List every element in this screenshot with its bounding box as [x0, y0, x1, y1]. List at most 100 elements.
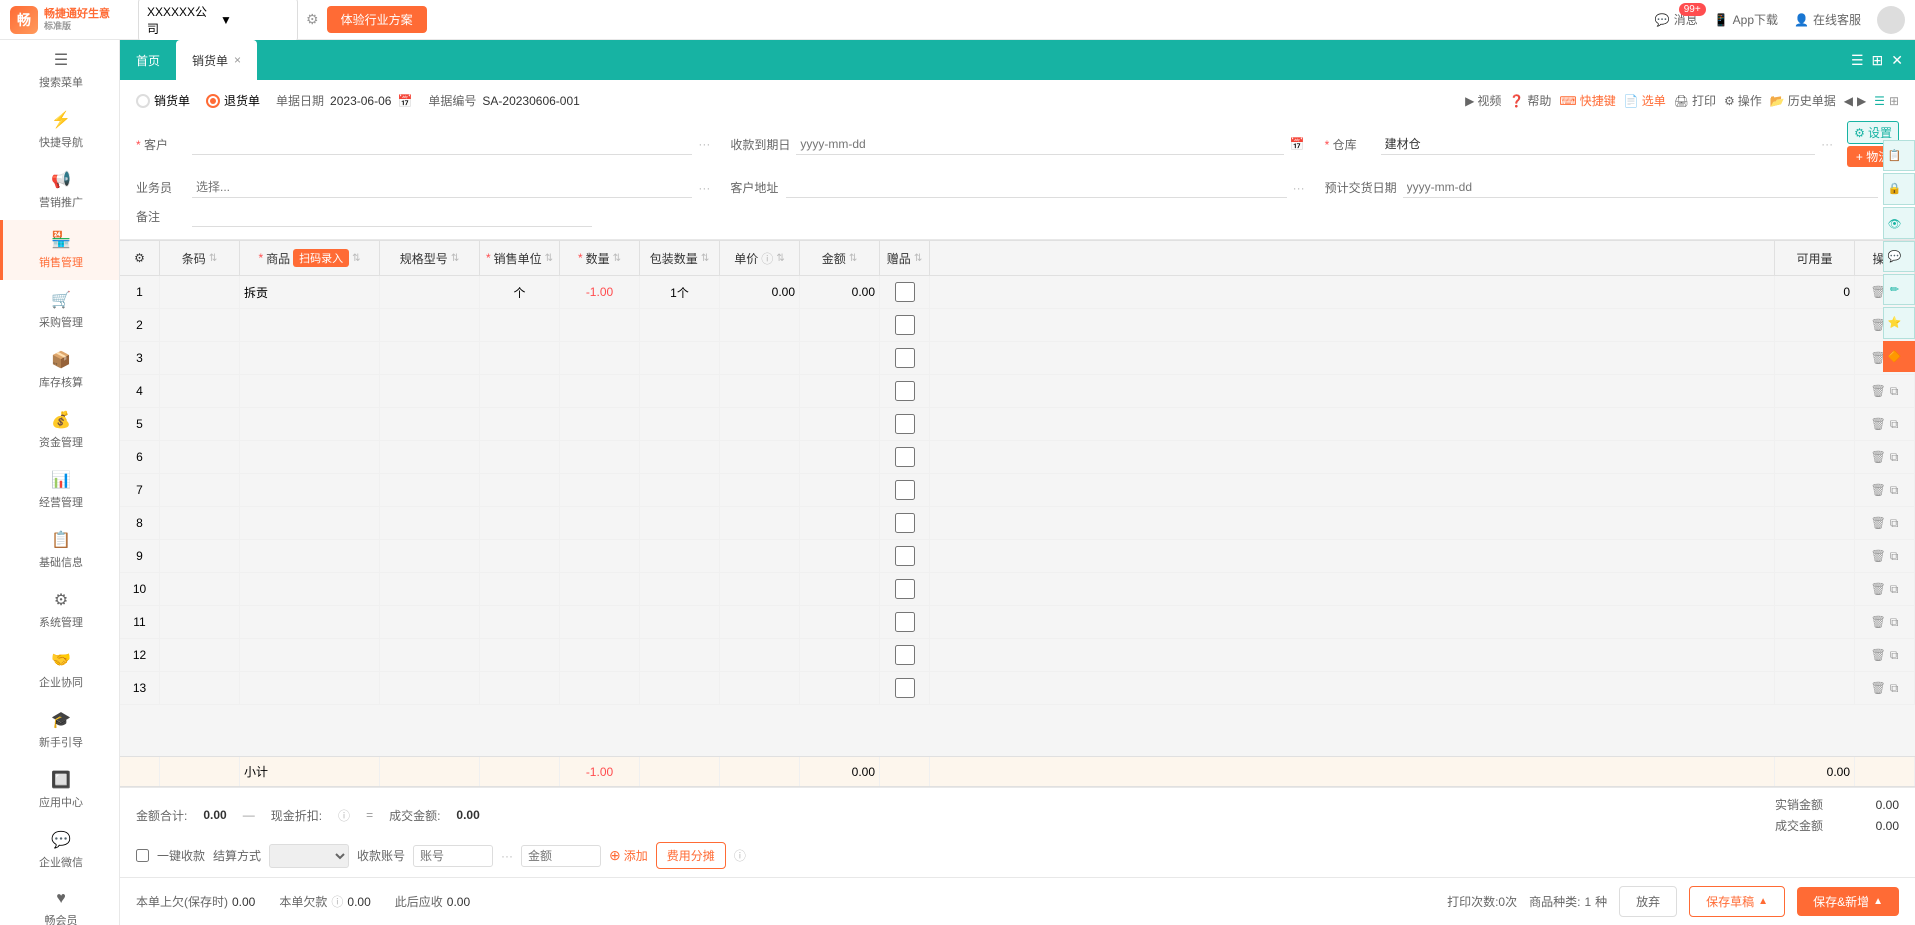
td-unit-1[interactable]: 个: [480, 276, 560, 308]
sidebar-item-finance[interactable]: 💰 资金管理: [0, 400, 119, 460]
td-amount-2[interactable]: [800, 309, 880, 341]
abandon-button[interactable]: 放弃: [1619, 886, 1677, 917]
td-spec-2[interactable]: [380, 309, 480, 341]
delete-icon-8[interactable]: 🗑: [1871, 516, 1886, 530]
app-download-button[interactable]: 📱 App下载: [1714, 11, 1778, 28]
tab-sales-order[interactable]: 销货单 ×: [176, 40, 257, 80]
td-amount-1[interactable]: 0.00: [800, 276, 880, 308]
radio-return-order[interactable]: 退货单: [206, 92, 260, 109]
online-service-button[interactable]: 👤 在线客服: [1794, 11, 1861, 28]
sidebar-item-guide[interactable]: 🎓 新手引导: [0, 700, 119, 760]
td-price-1[interactable]: 0.00: [720, 276, 800, 308]
due-date-input[interactable]: [796, 134, 1283, 155]
delete-icon-7[interactable]: 🗑: [1871, 483, 1886, 497]
discount-info-icon[interactable]: ⓘ: [338, 807, 350, 824]
customer-input[interactable]: [192, 134, 692, 155]
tab-close-icon[interactable]: ×: [234, 53, 241, 67]
scan-button[interactable]: 扫码录入: [293, 249, 349, 267]
sidebar-item-member[interactable]: ♥ 畅会员: [0, 880, 119, 925]
account-input[interactable]: [413, 845, 493, 867]
operate-btn[interactable]: ⚙ 操作: [1724, 92, 1762, 109]
warehouse-dots-icon[interactable]: ···: [1821, 137, 1833, 151]
gift-checkbox-4[interactable]: [895, 381, 915, 401]
fee-split-info-icon[interactable]: ⓘ: [734, 847, 746, 864]
gift-checkbox-3[interactable]: [895, 348, 915, 368]
print-btn[interactable]: 🖨 打印: [1674, 92, 1716, 109]
help-btn[interactable]: ❓ 帮助: [1509, 92, 1551, 109]
account-dots-icon[interactable]: ···: [501, 849, 513, 863]
copy-icon-9[interactable]: ⧉: [1890, 549, 1899, 564]
td-desc-1[interactable]: [930, 276, 1775, 308]
delete-icon-10[interactable]: 🗑: [1871, 582, 1886, 596]
settlement-select[interactable]: [269, 844, 349, 868]
gift-checkbox-11[interactable]: [895, 612, 915, 632]
gift-checkbox-9[interactable]: [895, 546, 915, 566]
layout-grid-icon[interactable]: ⊞: [1889, 94, 1899, 108]
sidebar-item-marketing[interactable]: 📢 营销推广: [0, 160, 119, 220]
total-debt-info-icon[interactable]: ⓘ: [331, 893, 343, 910]
fee-split-button[interactable]: 费用分摊: [656, 842, 726, 869]
sidebar-item-shortcut[interactable]: ⚡ 快捷导航: [0, 100, 119, 160]
radio-sales-order[interactable]: 销货单: [136, 92, 190, 109]
td-gift-1[interactable]: [880, 276, 930, 308]
rpb-lock[interactable]: 🔒: [1883, 173, 1915, 204]
trial-button[interactable]: 体验行业方案: [327, 6, 427, 33]
sidebar-item-operation[interactable]: 📊 经营管理: [0, 460, 119, 520]
next-icon[interactable]: ▶: [1857, 94, 1866, 108]
delete-icon-6[interactable]: 🗑: [1871, 450, 1886, 464]
salesperson-input[interactable]: [192, 177, 692, 198]
calendar-icon[interactable]: 📅: [397, 94, 412, 108]
delete-icon-9[interactable]: 🗑: [1871, 549, 1886, 563]
delete-icon-4[interactable]: 🗑: [1871, 384, 1886, 398]
prev-icon[interactable]: ◀: [1844, 94, 1853, 108]
delete-icon-13[interactable]: 🗑: [1871, 681, 1886, 695]
rpb-notes[interactable]: 📋: [1883, 140, 1915, 171]
sidebar-item-inventory[interactable]: 📦 库存核算: [0, 340, 119, 400]
gift-checkbox-10[interactable]: [895, 579, 915, 599]
copy-icon-8[interactable]: ⧉: [1890, 516, 1899, 531]
td-spec-1[interactable]: [380, 276, 480, 308]
avatar[interactable]: [1877, 6, 1905, 34]
rpb-star[interactable]: ⭐: [1883, 307, 1915, 338]
gift-checkbox-1[interactable]: [895, 282, 915, 302]
td-pkgqty-2[interactable]: [640, 309, 720, 341]
sidebar-item-system[interactable]: ⚙ 系统管理: [0, 580, 119, 640]
company-selector[interactable]: XXXXXX公司 ▼: [138, 0, 298, 42]
td-qty-1[interactable]: -1.00: [560, 276, 640, 308]
delete-icon-12[interactable]: 🗑: [1871, 648, 1886, 662]
due-date-calendar-icon[interactable]: 📅: [1290, 137, 1305, 151]
rpb-chat[interactable]: 💬: [1883, 241, 1915, 272]
sidebar-item-search[interactable]: ☰ 搜索菜单: [0, 40, 119, 100]
gift-checkbox-8[interactable]: [895, 513, 915, 533]
shortcut-btn[interactable]: ⌨ 快捷键: [1559, 92, 1615, 109]
rpb-view[interactable]: 👁: [1883, 207, 1915, 239]
gift-checkbox-12[interactable]: [895, 645, 915, 665]
copy-icon-7[interactable]: ⧉: [1890, 483, 1899, 498]
td-qty-2[interactable]: [560, 309, 640, 341]
td-unit-2[interactable]: [480, 309, 560, 341]
copy-icon-13[interactable]: ⧉: [1890, 681, 1899, 696]
td-product-1[interactable]: 拆贡: [240, 276, 380, 308]
rpb-edit[interactable]: ✏: [1883, 274, 1915, 305]
video-btn[interactable]: ▶ 视频: [1465, 92, 1501, 109]
td-gift-2[interactable]: [880, 309, 930, 341]
expected-date-input[interactable]: [1403, 177, 1878, 198]
td-barcode-1[interactable]: [160, 276, 240, 308]
layout-list-icon[interactable]: ☰: [1874, 94, 1885, 108]
tab-layout-grid-icon[interactable]: ⊞: [1872, 52, 1884, 69]
th-settings[interactable]: ⚙: [120, 241, 160, 275]
sidebar-item-enterprise[interactable]: 🤝 企业协同: [0, 640, 119, 700]
sidebar-item-sales[interactable]: 🏪 销售管理: [0, 220, 119, 280]
td-price-2[interactable]: [720, 309, 800, 341]
sidebar-item-purchase[interactable]: 🛒 采购管理: [0, 280, 119, 340]
price-info-icon[interactable]: ⓘ: [761, 250, 773, 267]
gift-checkbox-7[interactable]: [895, 480, 915, 500]
save-new-button[interactable]: 保存&新增 ▲: [1797, 887, 1899, 916]
save-draft-button[interactable]: 保存草稿 ▲: [1689, 886, 1785, 917]
message-button[interactable]: 💬 消息 99+: [1655, 11, 1698, 28]
copy-icon-10[interactable]: ⧉: [1890, 582, 1899, 597]
copy-icon-6[interactable]: ⧉: [1890, 450, 1899, 465]
amount-input[interactable]: [521, 845, 601, 867]
td-product-2[interactable]: [240, 309, 380, 341]
copy-icon-5[interactable]: ⧉: [1890, 417, 1899, 432]
